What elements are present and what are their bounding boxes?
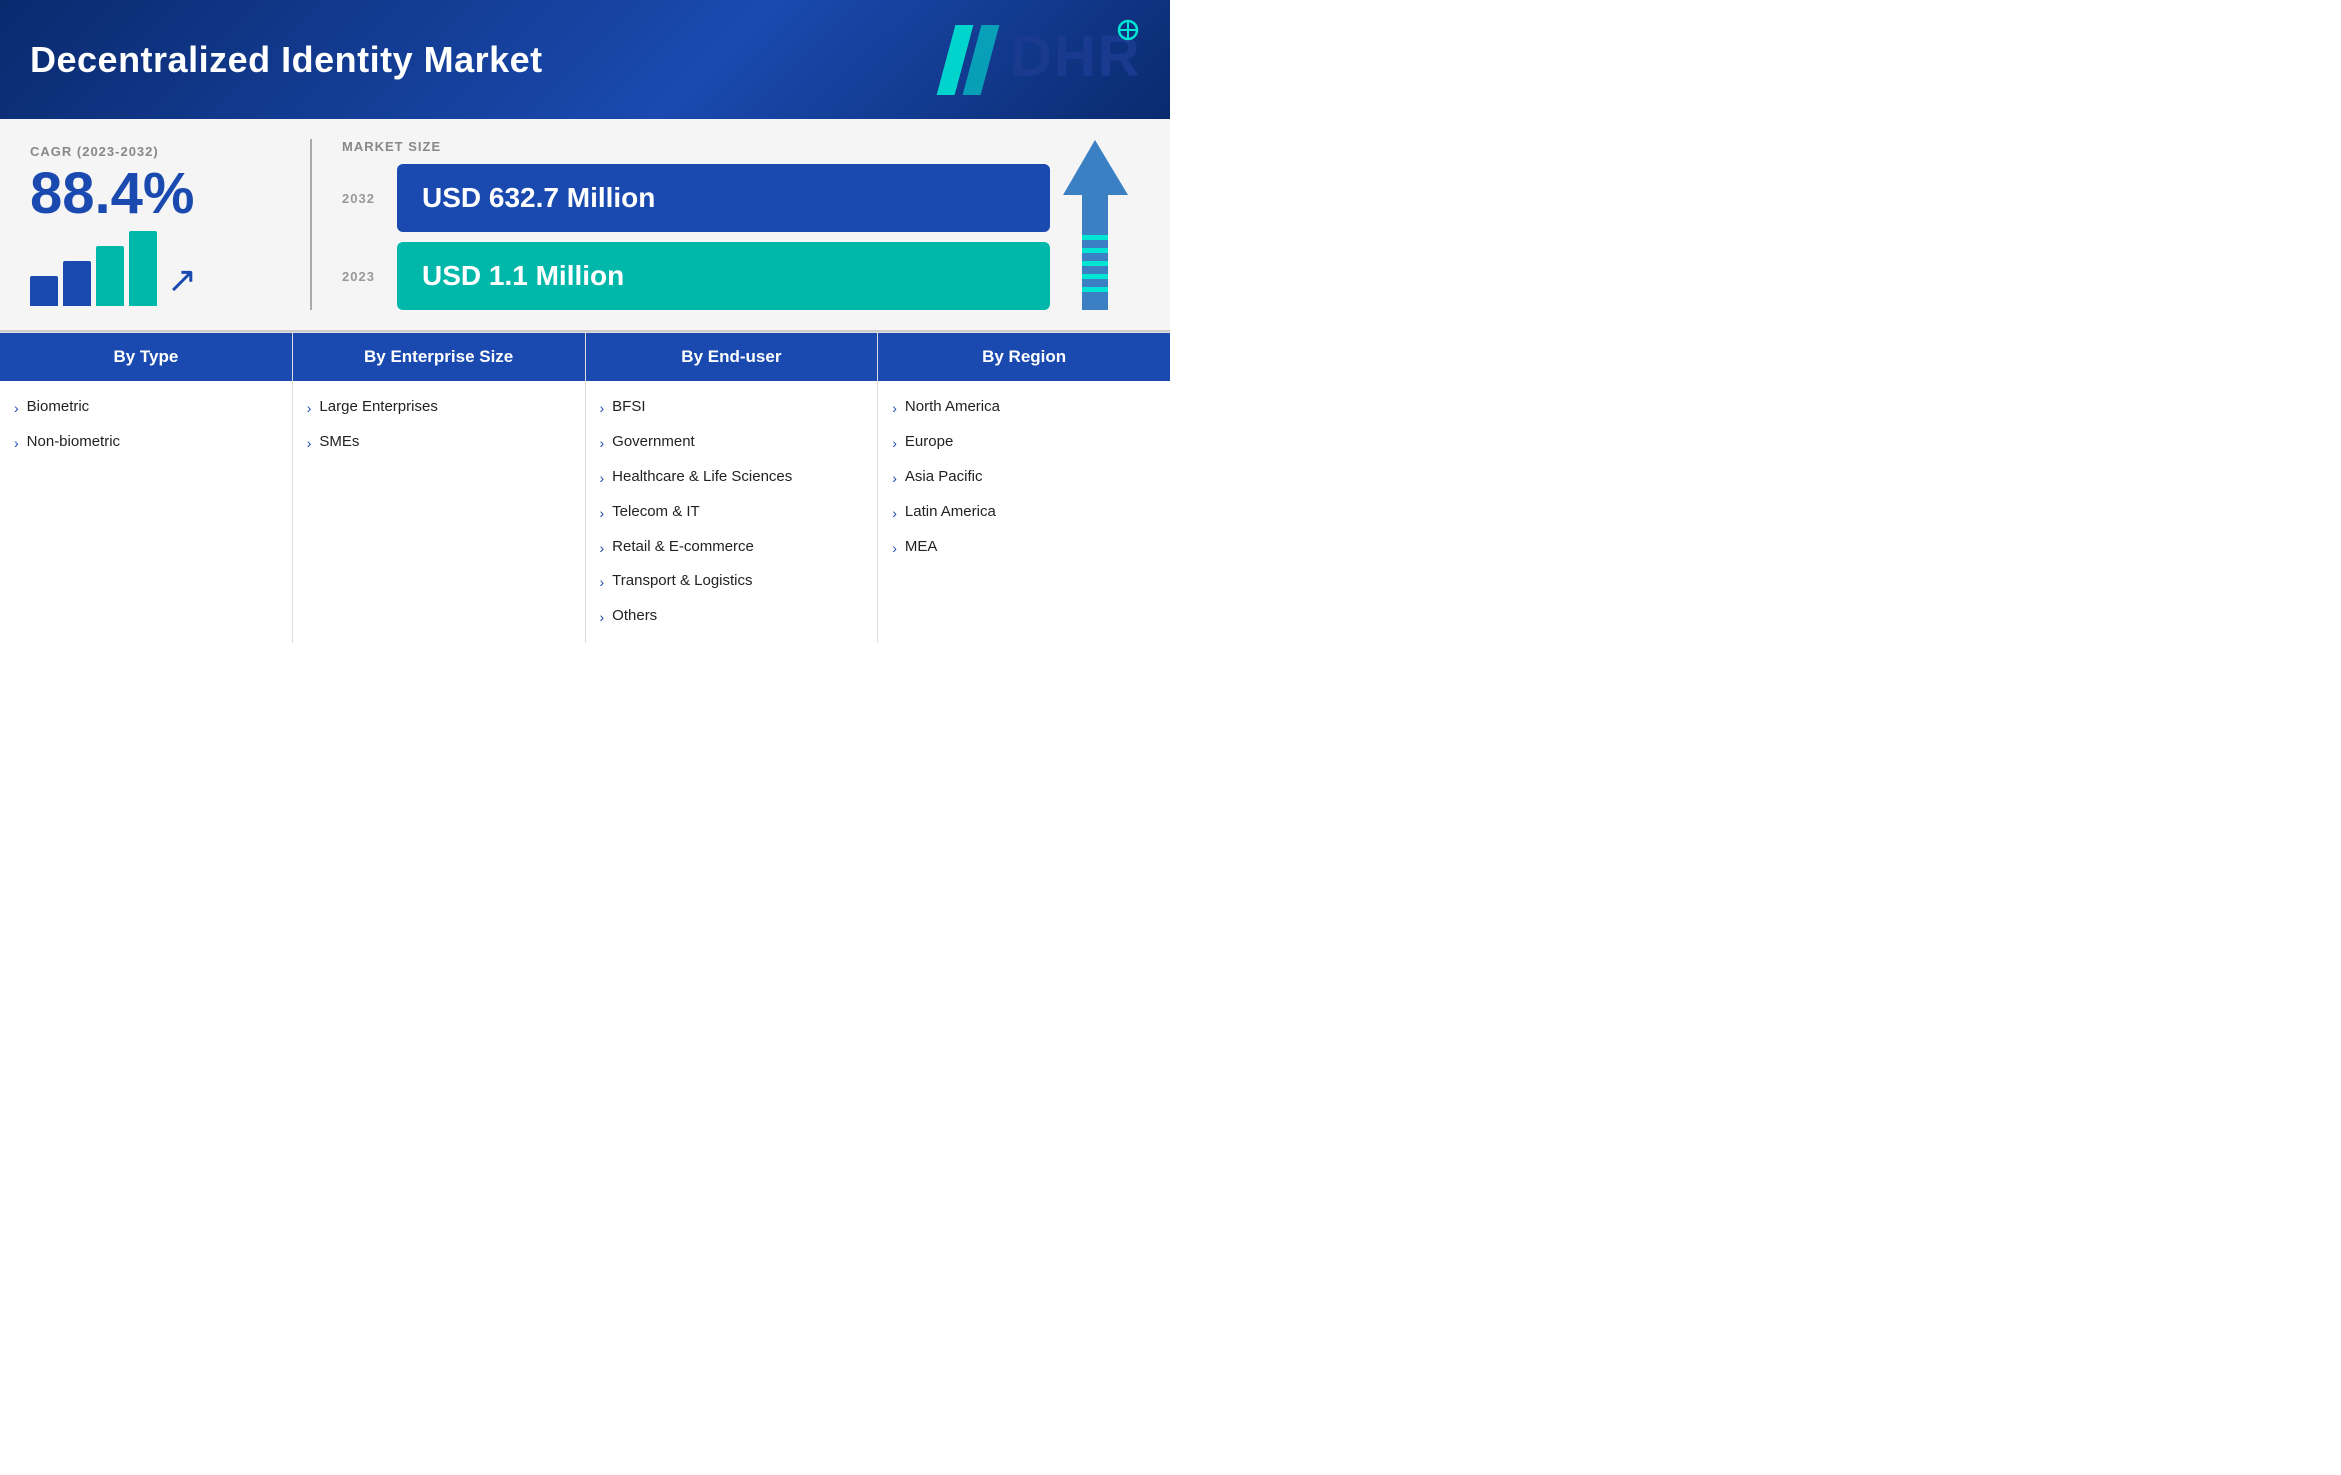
chevron-icon: › (600, 608, 605, 627)
year-2023: 2023 (342, 269, 382, 284)
chevron-icon: › (14, 434, 19, 453)
list-item: › MEA (892, 537, 1156, 558)
year-2032: 2032 (342, 191, 382, 206)
chevron-icon: › (14, 399, 19, 418)
list-item: › Biometric (14, 397, 278, 418)
chevron-icon: › (600, 539, 605, 558)
list-item-label: Large Enterprises (319, 397, 437, 417)
list-item-label: Retail & E-commerce (612, 537, 754, 557)
chevron-icon: › (600, 504, 605, 523)
market-value-2032: USD 632.7 Million (397, 164, 1050, 232)
bar-4 (129, 231, 157, 306)
list-item: › Latin America (892, 502, 1156, 523)
market-row-2023: 2023 USD 1.1 Million (342, 242, 1050, 310)
chevron-icon: › (892, 539, 897, 558)
table-col-3: By Region › North America › Europe › Asia Paci… (878, 333, 1170, 643)
bar-2 (63, 261, 91, 306)
list-item: › Asia Pacific (892, 467, 1156, 488)
list-item: › Non-biometric (14, 432, 278, 453)
col-body-0: › Biometric › Non-biometric (0, 381, 292, 643)
list-item-label: Healthcare & Life Sciences (612, 467, 792, 487)
dhr-logo-svg: DHR (1010, 18, 1140, 88)
chevron-icon: › (892, 504, 897, 523)
list-item-label: BFSI (612, 397, 645, 417)
list-item-label: Latin America (905, 502, 996, 522)
list-item: › Europe (892, 432, 1156, 453)
col-header-0: By Type (0, 333, 292, 381)
table-col-2: By End-user › BFSI › Government › Healthcare &… (586, 333, 879, 643)
market-rows: 2032 USD 632.7 Million 2023 USD 1.1 Mill… (342, 164, 1050, 310)
col-header-2: By End-user (586, 333, 878, 381)
chevron-icon: › (892, 434, 897, 453)
market-size-section: MARKET SIZE 2032 USD 632.7 Million 2023 … (310, 139, 1050, 310)
list-item: › BFSI (600, 397, 864, 418)
list-item-label: Biometric (27, 397, 90, 417)
page-title: Decentralized Identity Market (30, 39, 543, 81)
list-item-label: Asia Pacific (905, 467, 983, 487)
list-item-label: Telecom & IT (612, 502, 700, 522)
chevron-icon: › (600, 399, 605, 418)
chevron-icon: › (307, 434, 312, 453)
list-item: › Large Enterprises (307, 397, 571, 418)
chevron-icon: › (307, 399, 312, 418)
list-item-label: Transport & Logistics (612, 571, 752, 591)
logo-area: DHR (1010, 18, 1140, 101)
table-col-1: By Enterprise Size › Large Enterprises › SME… (293, 333, 586, 643)
growth-arrow-icon (1063, 140, 1128, 310)
list-item-label: SMEs (319, 432, 359, 452)
list-item-label: Others (612, 606, 657, 626)
list-item: › Government (600, 432, 864, 453)
list-item: › SMEs (307, 432, 571, 453)
col-body-3: › North America › Europe › Asia Pacific › Latin… (878, 381, 1170, 643)
cagr-label: CAGR (2023-2032) (30, 144, 159, 159)
col-body-2: › BFSI › Government › Healthcare & Life Scien… (586, 381, 878, 643)
trend-arrow-icon: ↗ (167, 259, 197, 301)
table-section: By Type›Biometric›Non-biometricBy Enterp… (0, 332, 1170, 643)
list-item-label: Government (612, 432, 695, 452)
stats-row: CAGR (2023-2032) 88.4% ↗ MARKET SIZE 203… (0, 119, 1170, 332)
chevron-icon: › (600, 434, 605, 453)
cagr-value: 88.4% (30, 165, 194, 223)
list-item-label: Europe (905, 432, 953, 452)
chevron-icon: › (600, 469, 605, 488)
bar-3 (96, 246, 124, 306)
page-header: Decentralized Identity Market DHR (0, 0, 1170, 119)
cagr-section: CAGR (2023-2032) 88.4% ↗ (30, 139, 310, 310)
logo-dhr: DHR (1010, 18, 1140, 101)
col-header-1: By Enterprise Size (293, 333, 585, 381)
list-item-label: MEA (905, 537, 938, 557)
list-item: › Others (600, 606, 864, 627)
list-item: › Healthcare & Life Sciences (600, 467, 864, 488)
cagr-chart: ↗ (30, 231, 197, 306)
col-header-3: By Region (878, 333, 1170, 381)
list-item: › Transport & Logistics (600, 571, 864, 592)
chevron-icon: › (892, 399, 897, 418)
header-decoration (946, 0, 990, 119)
market-size-label: MARKET SIZE (342, 139, 1050, 154)
market-value-2023: USD 1.1 Million (397, 242, 1050, 310)
list-item: › Telecom & IT (600, 502, 864, 523)
list-item: › Retail & E-commerce (600, 537, 864, 558)
table-col-0: By Type › Biometric › Non-biometric (0, 333, 293, 643)
market-row-2032: 2032 USD 632.7 Million (342, 164, 1050, 232)
list-item-label: Non-biometric (27, 432, 120, 452)
col-body-1: › Large Enterprises › SMEs (293, 381, 585, 643)
arrow-up-section (1050, 139, 1140, 310)
list-item: › North America (892, 397, 1156, 418)
chevron-icon: › (600, 573, 605, 592)
bar-1 (30, 276, 58, 306)
chevron-icon: › (892, 469, 897, 488)
list-item-label: North America (905, 397, 1000, 417)
